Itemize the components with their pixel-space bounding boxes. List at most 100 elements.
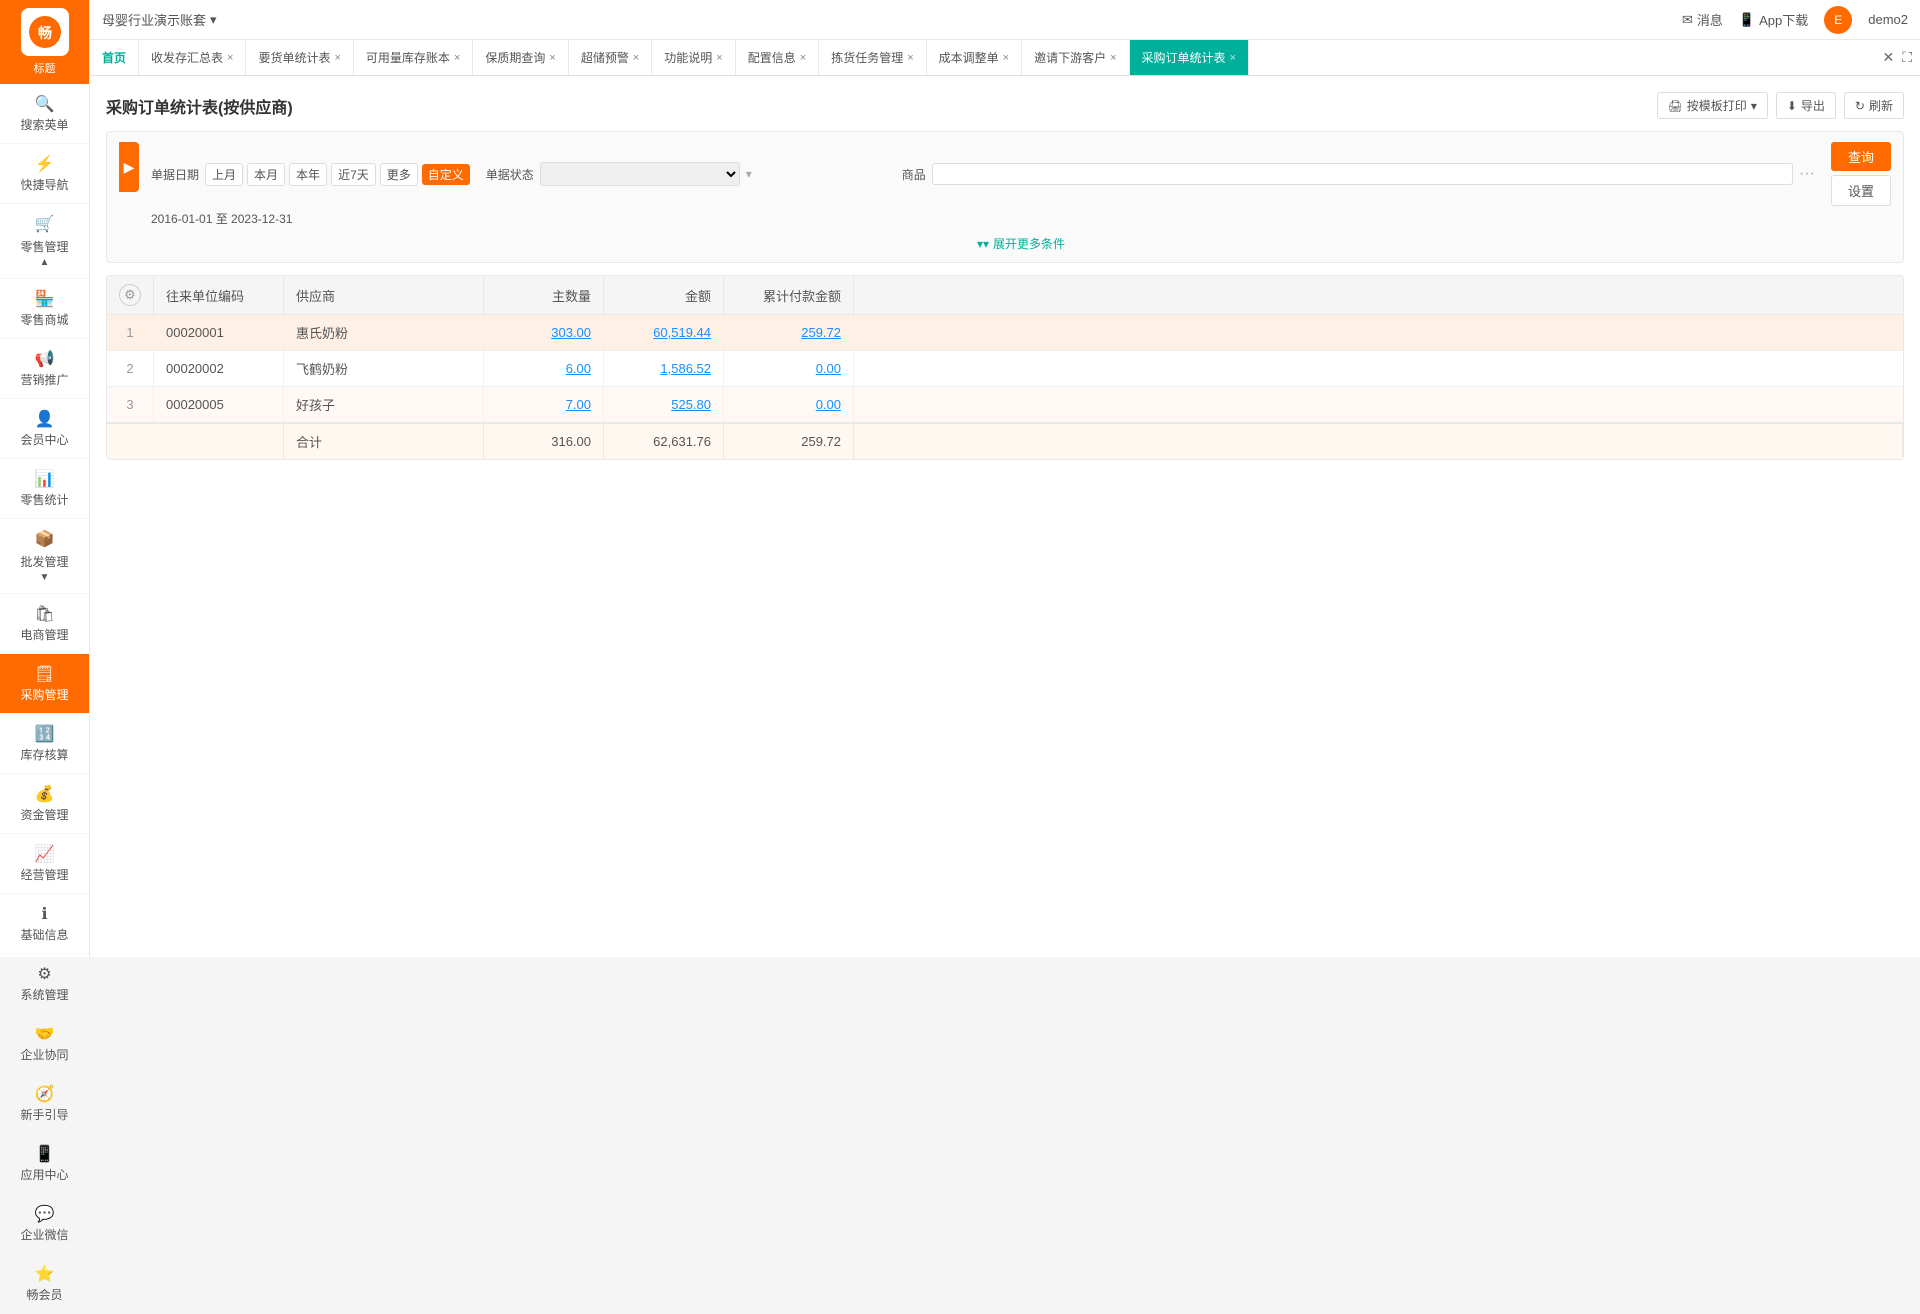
tab-chaochuyujing[interactable]: 超储预警 × xyxy=(569,40,652,76)
sidebar-item-member[interactable]: 👤 会员中心 xyxy=(0,399,89,459)
sidebar-item-appcenter-label: 应用中心 xyxy=(20,1166,68,1183)
sidebar-item-vip[interactable]: ⭐ 畅会员 xyxy=(0,1254,89,1314)
sidebar-item-wechat[interactable]: 💬 企业微信 xyxy=(0,1194,89,1254)
sidebar-item-quicknav[interactable]: ⚡ 快捷导航 xyxy=(0,144,89,204)
cell-qty[interactable]: 7.00 xyxy=(484,387,604,424)
page-title: 采购订单统计表(按供应商) xyxy=(106,94,293,118)
msg-label: 消息 xyxy=(1697,10,1723,29)
cell-index: 1 xyxy=(107,315,154,351)
th-amount-label: 金额 xyxy=(685,289,711,304)
avatar[interactable]: E xyxy=(1824,6,1852,34)
refresh-button[interactable]: ↻ 刷新 xyxy=(1844,92,1904,119)
filter-toggle-row: ▾▾ 展开更多条件 xyxy=(151,235,1891,252)
sidebar-item-search[interactable]: 🔍 搜索英单 xyxy=(0,84,89,144)
tab-home[interactable]: 首页 xyxy=(90,40,139,76)
tab-zhihuo-close[interactable]: × xyxy=(907,52,913,64)
status-dropdown-icon: ▾ xyxy=(746,167,752,181)
cell-qty[interactable]: 303.00 xyxy=(484,315,604,351)
sidebar-item-retail[interactable]: 🛒 零售管理 ▲ xyxy=(0,204,89,279)
cell-amount[interactable]: 1,586.52 xyxy=(604,351,724,387)
sidebar-item-retail-stat[interactable]: 📊 零售统计 xyxy=(0,459,89,519)
expand-filter-button[interactable]: ▾▾ 展开更多条件 xyxy=(977,235,1065,252)
cell-paid[interactable]: 0.00 xyxy=(724,351,854,387)
status-select[interactable] xyxy=(540,162,740,186)
print-button[interactable]: 🖨 按模板打印 ▾ xyxy=(1657,92,1768,119)
sidebar-item-retail-shop[interactable]: 🏪 零售商城 xyxy=(0,279,89,339)
refresh-icon: ↻ xyxy=(1855,99,1865,113)
tab-zhihuo[interactable]: 拣货任务管理 × xyxy=(819,40,926,76)
tab-caigou[interactable]: 采购订单统计表 × xyxy=(1130,40,1249,76)
date-range-text: 2016-01-01 至 2023-12-31 xyxy=(151,212,292,226)
date-shortcuts: 上月 本月 本年 近7天 更多 自定义 xyxy=(205,163,470,186)
sidebar-item-system[interactable]: ⚙ 系统管理 xyxy=(0,954,89,1014)
cell-amount[interactable]: 525.80 xyxy=(604,387,724,424)
logo-area: 畅 标题 xyxy=(0,0,89,84)
tab-yaoqing[interactable]: 邀请下游客户 × xyxy=(1022,40,1129,76)
export-button[interactable]: ⬇ 导出 xyxy=(1776,92,1836,119)
tab-shoufajuhui-close[interactable]: × xyxy=(227,52,233,64)
goods-more-icon[interactable]: ··· xyxy=(1799,165,1815,183)
shortcut-7days[interactable]: 近7天 xyxy=(331,163,376,186)
workspace-selector[interactable]: 母婴行业演示账套 ▾ xyxy=(102,10,217,29)
settings-button[interactable]: 设置 xyxy=(1831,175,1891,206)
sidebar-item-enterprise[interactable]: 🤝 企业协同 xyxy=(0,1014,89,1074)
sidebar-item-retail-label: 零售管理 xyxy=(20,238,68,255)
query-button[interactable]: 查询 xyxy=(1831,142,1891,171)
cell-code: 00020001 xyxy=(154,315,284,351)
sidebar-item-appcenter[interactable]: 📱 应用中心 xyxy=(0,1134,89,1194)
tab-caigou-close[interactable]: × xyxy=(1230,52,1236,64)
sidebar-item-retail-shop-label: 零售商城 xyxy=(20,311,68,328)
tab-shoufajuhui[interactable]: 收发存汇总表 × xyxy=(139,40,246,76)
msg-icon: ✉ xyxy=(1682,12,1693,28)
tab-chengben[interactable]: 成本调整单 × xyxy=(927,40,1022,76)
sidebar-item-batch[interactable]: 📦 批发管理 ▼ xyxy=(0,519,89,594)
cell-paid[interactable]: 0.00 xyxy=(724,387,854,424)
tab-baozhi-close[interactable]: × xyxy=(549,52,555,64)
app-download-button[interactable]: 📱 App下载 xyxy=(1739,10,1808,29)
msg-button[interactable]: ✉ 消息 xyxy=(1682,10,1723,29)
shortcut-this-year[interactable]: 本年 xyxy=(289,163,327,186)
cell-qty[interactable]: 6.00 xyxy=(484,351,604,387)
tab-close-all-icon[interactable]: ✕ xyxy=(1882,49,1894,66)
shortcut-custom[interactable]: 自定义 xyxy=(422,164,470,185)
cell-supplier: 惠氏奶粉 xyxy=(284,315,484,351)
username-label[interactable]: demo2 xyxy=(1868,12,1908,27)
sidebar-item-marketing[interactable]: 📢 营销推广 xyxy=(0,339,89,399)
sidebar-item-purchase[interactable]: 🗒 采购管理 xyxy=(0,654,89,714)
sidebar-item-capital[interactable]: 💰 资金管理 xyxy=(0,774,89,834)
th-supplier: 供应商 xyxy=(284,276,484,315)
filter-date: 单据日期 上月 本月 本年 近7天 更多 自定义 xyxy=(151,163,470,186)
sidebar-item-inventory[interactable]: 🔢 库存核算 xyxy=(0,714,89,774)
tab-baozhi[interactable]: 保质期查询 × xyxy=(473,40,568,76)
sidebar-item-batch-label: 批发管理 xyxy=(20,553,68,570)
tab-gongneng-close[interactable]: × xyxy=(716,52,722,64)
tab-keyongliang[interactable]: 可用量库存账本 × xyxy=(354,40,473,76)
shortcut-last-month[interactable]: 上月 xyxy=(205,163,243,186)
cell-amount[interactable]: 60,519.44 xyxy=(604,315,724,351)
tab-gongneng[interactable]: 功能说明 × xyxy=(652,40,735,76)
sidebar-item-newguide[interactable]: 🧭 新手引导 xyxy=(0,1074,89,1134)
sidebar-item-newguide-label: 新手引导 xyxy=(20,1106,68,1123)
logo-icon: 畅 xyxy=(21,8,69,56)
tab-yaohuotongji-close[interactable]: × xyxy=(334,52,340,64)
tab-maximize-icon[interactable]: ⛶ xyxy=(1902,49,1912,66)
tab-peizhi[interactable]: 配置信息 × xyxy=(736,40,819,76)
cell-paid[interactable]: 259.72 xyxy=(724,315,854,351)
sidebar-item-ecommerce-label: 电商管理 xyxy=(20,626,68,643)
tab-peizhi-close[interactable]: × xyxy=(800,52,806,64)
tab-keyongliang-close[interactable]: × xyxy=(454,52,460,64)
shortcut-this-month[interactable]: 本月 xyxy=(247,163,285,186)
column-settings-icon[interactable]: ⚙ xyxy=(119,284,141,306)
tab-yaoqing-close[interactable]: × xyxy=(1110,52,1116,64)
app-label: App下载 xyxy=(1759,10,1808,29)
sidebar-item-retail-stat-label: 零售统计 xyxy=(20,491,68,508)
tab-yaohuotongji[interactable]: 要货单统计表 × xyxy=(246,40,353,76)
sidebar-item-operation[interactable]: 📈 经营管理 xyxy=(0,834,89,894)
sidebar-item-basic[interactable]: ℹ 基础信息 xyxy=(0,894,89,954)
tab-chengben-close[interactable]: × xyxy=(1003,52,1009,64)
sidebar-item-ecommerce[interactable]: 🛍 电商管理 xyxy=(0,594,89,654)
shortcut-more[interactable]: 更多 xyxy=(380,163,418,186)
expand-sidebar-button[interactable]: ▶ xyxy=(119,142,139,192)
goods-input[interactable] xyxy=(932,163,1793,185)
tab-chaochuyujing-close[interactable]: × xyxy=(633,52,639,64)
